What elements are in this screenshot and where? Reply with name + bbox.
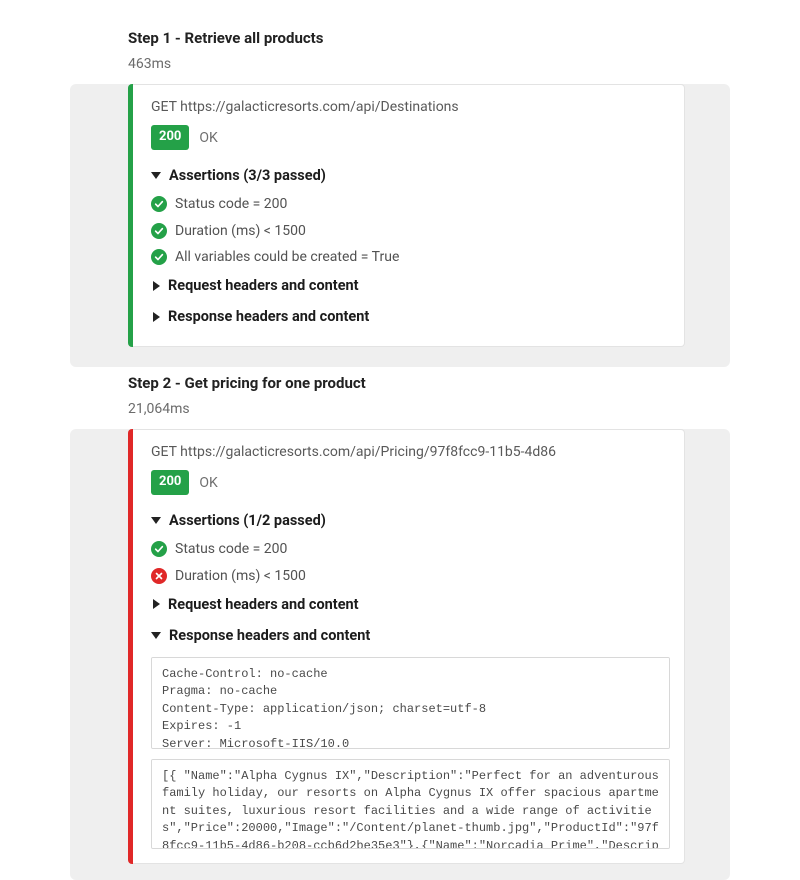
assertion-text: Status code = 200 [175,194,287,214]
request-headers-toggle[interactable]: Request headers and content [151,589,670,620]
assertion-row: All variables could be created = True [151,244,670,270]
step-duration: 21,064ms [128,399,800,419]
request-line: GET https://galacticresorts.com/api/Pric… [151,442,670,462]
assertion-text: Status code = 200 [175,539,287,559]
x-icon [151,568,167,584]
assertion-row: Duration (ms) < 1500 [151,563,670,589]
chevron-down-icon [151,632,161,639]
response-headers-toggle[interactable]: Response headers and content [151,620,670,651]
response-headers-box[interactable]: Cache-Control: no-cache Pragma: no-cache… [151,657,670,749]
result-card: GET https://galacticresorts.com/api/Dest… [133,84,685,347]
status-text: OK [199,128,217,148]
section-label: Request headers and content [168,275,359,296]
step-duration: 463ms [128,54,800,74]
assertion-row: Status code = 200 [151,191,670,217]
assertion-row: Status code = 200 [151,536,670,562]
assertion-row: Duration (ms) < 1500 [151,218,670,244]
assertion-text: Duration (ms) < 1500 [175,566,306,586]
chevron-right-icon [153,281,160,291]
chevron-right-icon [153,312,160,322]
assertions-toggle[interactable]: Assertions (3/3 passed) [151,160,670,191]
step-title: Step 2 - Get pricing for one product [128,373,800,395]
status-row: 200 OK [151,125,670,150]
check-icon [151,196,167,212]
step-title: Step 1 - Retrieve all products [128,28,800,50]
section-label: Response headers and content [169,625,370,646]
assertions-header-label: Assertions (3/3 passed) [169,165,326,186]
result-card-background: GET https://galacticresorts.com/api/Dest… [70,84,730,367]
request-headers-toggle[interactable]: Request headers and content [151,270,670,301]
section-label: Request headers and content [168,594,359,615]
assertion-text: All variables could be created = True [175,247,399,267]
assertions-toggle[interactable]: Assertions (1/2 passed) [151,505,670,536]
status-text: OK [199,473,217,493]
response-body-box[interactable]: [{ "Name":"Alpha Cygnus IX","Description… [151,759,670,849]
check-icon [151,541,167,557]
chevron-right-icon [153,599,160,609]
chevron-down-icon [151,517,161,524]
chevron-down-icon [151,172,161,179]
request-line: GET https://galacticresorts.com/api/Dest… [151,97,670,117]
status-code-badge: 200 [151,470,189,495]
status-code-badge: 200 [151,125,189,150]
check-icon [151,223,167,239]
status-row: 200 OK [151,470,670,495]
assertions-header-label: Assertions (1/2 passed) [169,510,326,531]
assertion-text: Duration (ms) < 1500 [175,221,306,241]
result-card-background: GET https://galacticresorts.com/api/Pric… [70,429,730,880]
result-card: GET https://galacticresorts.com/api/Pric… [133,429,685,864]
section-label: Response headers and content [168,306,369,327]
check-icon [151,249,167,265]
response-headers-toggle[interactable]: Response headers and content [151,301,670,332]
